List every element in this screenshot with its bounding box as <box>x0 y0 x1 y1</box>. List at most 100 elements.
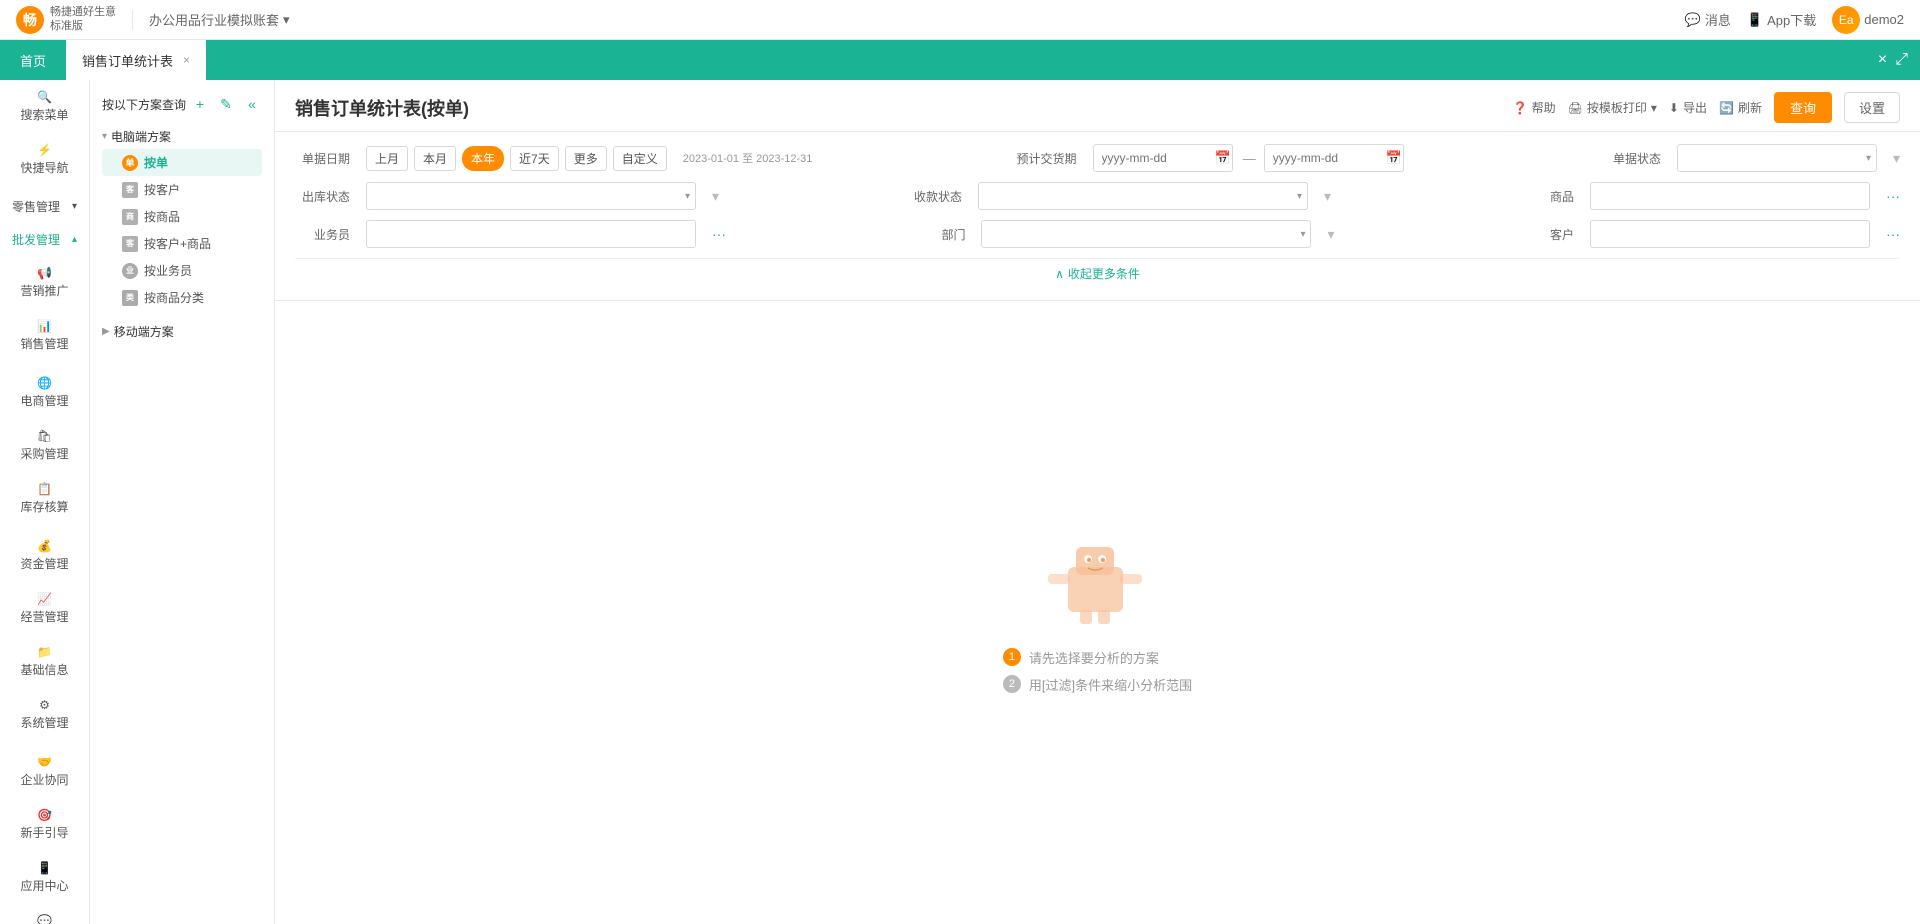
dept-select[interactable] <box>981 220 1311 248</box>
payment-status-wrapper <box>978 182 1308 210</box>
scheme-item-按商品分类[interactable]: 类 按商品分类 <box>102 284 262 311</box>
print-btn[interactable]: 🖨 按模板打印 ▾ <box>1568 99 1657 116</box>
tab-maximize-btn[interactable]: ⤢ <box>1895 51 1908 69</box>
scheme-item-按商品[interactable]: 商 按商品 <box>102 203 262 230</box>
order-status-select-wrapper <box>1677 144 1877 172</box>
sidebar-item-system[interactable]: ⚙ 系统管理 <box>0 688 89 741</box>
date-btn-custom[interactable]: 自定义 <box>613 146 667 171</box>
main-content: 销售订单统计表(按单) ❓ 帮助 🖨 按模板打印 ▾ ⬇ 导出 <box>275 80 1920 924</box>
scheme-add-btn[interactable]: + <box>190 94 210 114</box>
date-range-text: 2023-01-01 至 2023-12-31 <box>683 150 813 166</box>
payment-status-expand-icon[interactable]: ▾ <box>1324 188 1331 205</box>
refresh-icon: 🔄 <box>1719 101 1734 115</box>
help-icon: ❓ <box>1513 101 1528 115</box>
corpwechat-icon: 💬 <box>37 914 52 924</box>
calendar-icon-start: 📅 <box>1215 150 1231 166</box>
chevron-up-icon: ▴ <box>72 234 77 245</box>
scheme-icon-按客户: 客 <box>122 182 138 198</box>
export-icon: ⬇ <box>1669 101 1679 115</box>
delivery-status-select[interactable] <box>366 182 696 210</box>
system-icon: ⚙ <box>39 698 50 712</box>
order-status-expand-icon[interactable]: ▾ <box>1893 150 1900 167</box>
tab-close-btn[interactable]: × <box>183 53 190 67</box>
scheme-item-按单[interactable]: 单 按单 <box>102 149 262 176</box>
page-actions: ❓ 帮助 🖨 按模板打印 ▾ ⬇ 导出 🔄 刷新 <box>1513 92 1900 123</box>
sidebar-item-corpwechat[interactable]: 💬 企业微信 <box>0 904 89 924</box>
expected-delivery-inputs: 📅 — 📅 <box>1093 144 1402 172</box>
customer-input[interactable] <box>1590 220 1870 248</box>
empty-tip-1: 1 请先选择要分析的方案 <box>1003 648 1192 667</box>
goods-more-btn[interactable]: ··· <box>1886 188 1900 204</box>
sidebar-item-basic[interactable]: 📁 基础信息 <box>0 635 89 688</box>
scheme-item-按业务员[interactable]: 业 按业务员 <box>102 257 262 284</box>
collapse-bar[interactable]: ∧ 收起更多条件 <box>295 258 1900 288</box>
scheme-panel: 按以下方案查询 + ✎ « ▾ 电脑端方案 单 按单 客 按客户 <box>90 80 275 924</box>
goods-input[interactable] <box>1590 182 1870 210</box>
scheme-icon-按业务员: 业 <box>122 263 138 279</box>
help-btn[interactable]: ❓ 帮助 <box>1513 99 1556 116</box>
date-btn-last-month[interactable]: 上月 <box>366 146 408 171</box>
payment-status-label: 收款状态 <box>907 188 962 205</box>
sidebar-item-sales[interactable]: 📊 销售管理 <box>0 309 89 362</box>
tab-home[interactable]: 首页 <box>0 40 66 80</box>
date-btn-7days[interactable]: 近7天 <box>510 146 559 171</box>
sidebar-item-purchase[interactable]: 🛍 采购管理 <box>0 419 89 472</box>
settings-btn[interactable]: 设置 <box>1844 92 1900 123</box>
order-status-select[interactable] <box>1677 144 1877 172</box>
sidebar-item-wholesale[interactable]: 批发管理 ▴ <box>0 223 89 256</box>
ecom-icon: 🌐 <box>37 376 52 390</box>
purchase-icon: 🛍 <box>37 429 52 443</box>
user-area[interactable]: Ea demo2 <box>1832 6 1904 34</box>
scheme-item-按客户[interactable]: 客 按客户 <box>102 176 262 203</box>
scheme-item-按客户商品[interactable]: 客 按客户+商品 <box>102 230 262 257</box>
sales-icon: 📊 <box>37 319 52 333</box>
message-btn[interactable]: 💬 消息 <box>1685 10 1731 29</box>
expected-delivery-start[interactable] <box>1093 144 1233 172</box>
quicknav-icon: ⚡ <box>37 143 52 157</box>
expected-delivery-end[interactable] <box>1264 144 1404 172</box>
tab-active[interactable]: 销售订单统计表 × <box>66 40 206 80</box>
sidebar-item-retail[interactable]: 零售管理 ▾ <box>0 190 89 223</box>
customer-more-btn[interactable]: ··· <box>1886 226 1900 242</box>
scheme-category-desktop-header[interactable]: ▾ 电脑端方案 <box>102 124 262 149</box>
export-btn[interactable]: ⬇ 导出 <box>1669 99 1707 116</box>
date-btn-this-month[interactable]: 本月 <box>414 146 456 171</box>
sidebar-item-search[interactable]: 🔍 搜索菜单 <box>0 80 89 133</box>
salesperson-more-btn[interactable]: ··· <box>712 226 726 242</box>
sidebar-item-inventory[interactable]: 📋 库存核算 <box>0 472 89 525</box>
sidebar-item-enterprise[interactable]: 🤝 企业协同 <box>0 745 89 798</box>
sidebar-item-newbie[interactable]: 🎯 新手引导 <box>0 798 89 851</box>
sidebar-item-finance[interactable]: 💰 资金管理 <box>0 529 89 582</box>
search-btn[interactable]: 查询 <box>1774 92 1832 123</box>
date-btn-more[interactable]: 更多 <box>565 146 607 171</box>
customer-label: 客户 <box>1519 226 1574 243</box>
tab-minimize-btn[interactable]: × <box>1878 51 1887 69</box>
sidebar-item-marketing[interactable]: 📢 营销推广 <box>0 256 89 309</box>
sidebar-item-ecom[interactable]: 🌐 电商管理 <box>0 366 89 419</box>
appcenter-icon: 📱 <box>37 861 52 875</box>
scheme-category-mobile-header[interactable]: ▶ 移动端方案 <box>102 319 262 344</box>
sidebar-item-quicknav[interactable]: ⚡ 快捷导航 <box>0 133 89 186</box>
delivery-status-expand-icon[interactable]: ▾ <box>712 188 719 205</box>
tip-num-1: 1 <box>1003 648 1021 666</box>
refresh-btn[interactable]: 🔄 刷新 <box>1719 99 1762 116</box>
tab-bar-actions: × ⤢ <box>1878 51 1920 69</box>
payment-status-select[interactable] <box>978 182 1308 210</box>
salesperson-input[interactable] <box>366 220 696 248</box>
dept-expand-icon[interactable]: ▾ <box>1327 226 1334 243</box>
sidebar-item-business[interactable]: 📈 经营管理 <box>0 582 89 635</box>
tab-bar: 首页 销售订单统计表 × × ⤢ <box>0 40 1920 80</box>
phone-icon: 📱 <box>1747 12 1763 28</box>
filter-row-1: 单据日期 上月 本月 本年 近7天 更多 自定义 2023-01-01 至 20… <box>295 144 1900 172</box>
date-btn-this-year[interactable]: 本年 <box>462 146 504 171</box>
app-selector[interactable]: 办公用品行业模拟账套 ▾ <box>149 10 290 29</box>
logo-icon: 畅 <box>16 6 44 34</box>
newbie-icon: 🎯 <box>37 808 52 822</box>
sidebar-item-appcenter[interactable]: 📱 应用中心 <box>0 851 89 904</box>
scheme-collapse-btn[interactable]: « <box>242 94 262 114</box>
logo-area: 畅 畅捷通好生意 标准版 <box>16 6 116 34</box>
app-download-btn[interactable]: 📱 App下载 <box>1747 10 1816 29</box>
calendar-icon-end: 📅 <box>1386 150 1402 166</box>
scheme-edit-btn[interactable]: ✎ <box>216 94 236 114</box>
delivery-status-label: 出库状态 <box>295 188 350 205</box>
